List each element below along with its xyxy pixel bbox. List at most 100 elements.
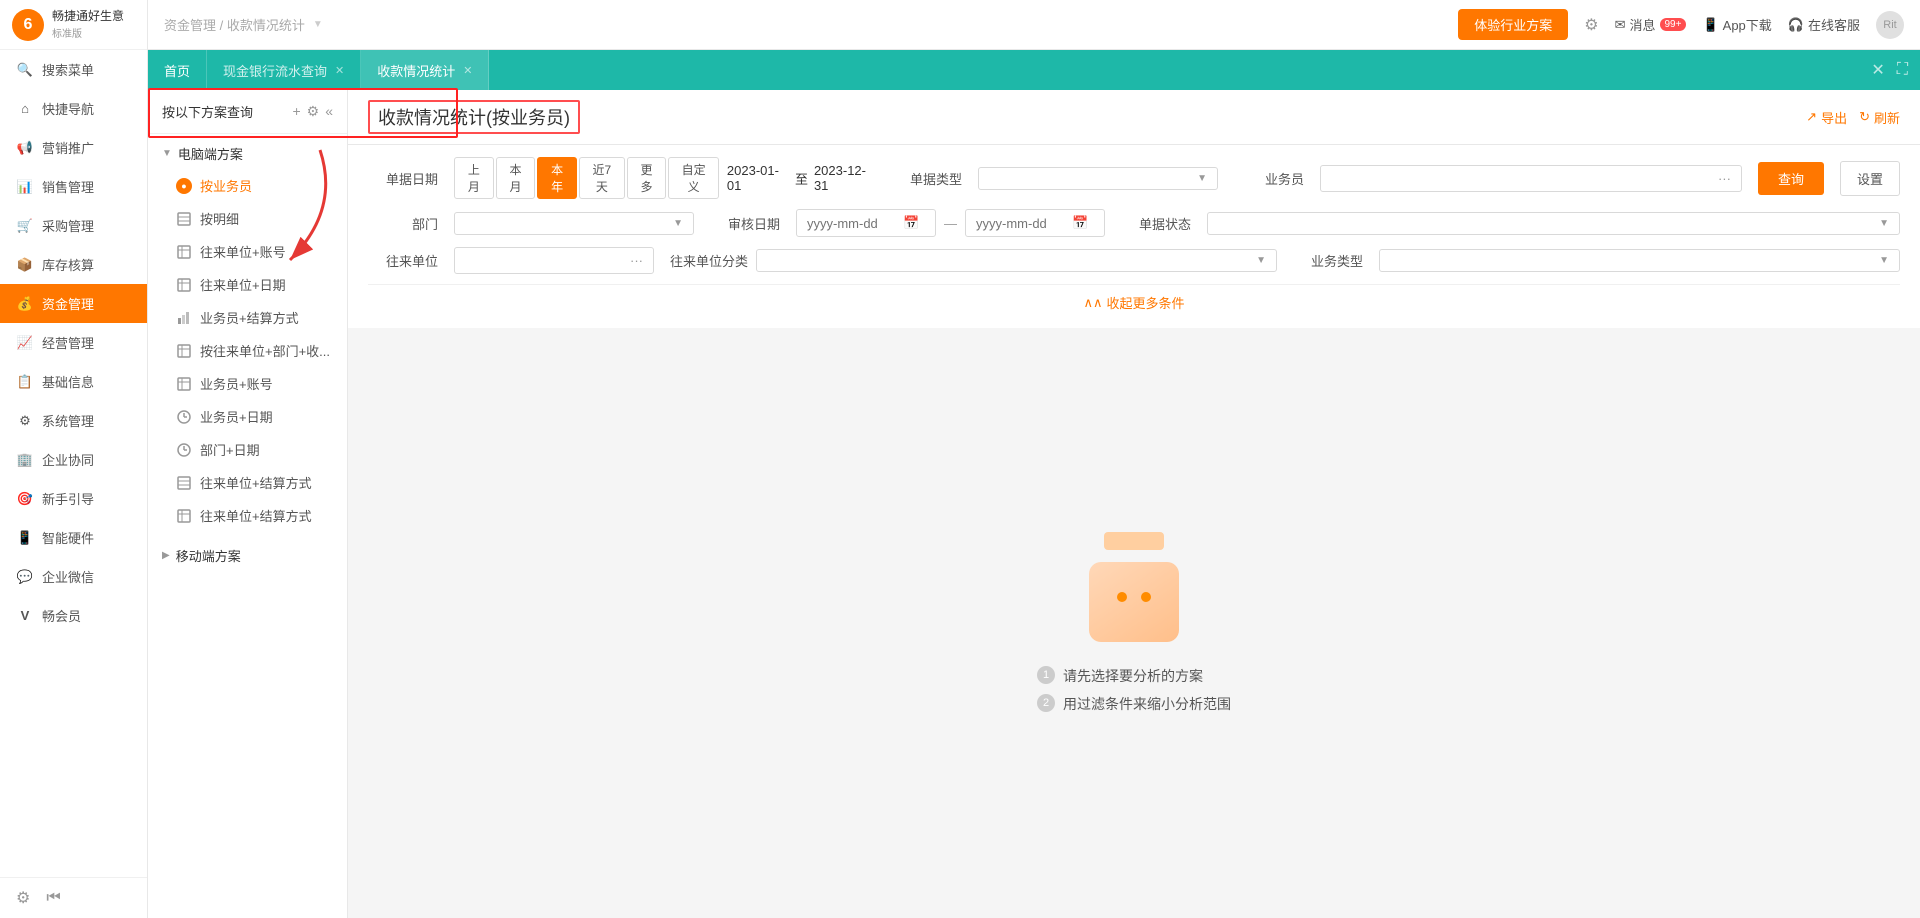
tab-home[interactable]: 首页 (148, 50, 207, 90)
wechat-icon: 💬 (16, 568, 34, 586)
review-date-to-field[interactable] (976, 216, 1066, 231)
scheme-item-salesperson-settle[interactable]: 业务员+结算方式 (148, 301, 347, 334)
settings-icon[interactable]: ⚙ (1584, 15, 1598, 35)
biz-type-select[interactable]: ▼ (1379, 249, 1900, 272)
date-filter-controls: 上月 本月 本年 近7天 更多 自定义 2023-01-01 至 2023-12… (454, 157, 876, 199)
scheme-item-unit-settle2-label: 往来单位+结算方式 (200, 506, 312, 525)
sidebar-item-finance[interactable]: 💰 资金管理 (0, 284, 147, 323)
date-btn-last-month[interactable]: 上月 (454, 157, 494, 199)
scheme-item-salesperson-date[interactable]: 业务员+日期 (148, 400, 347, 433)
review-date-to-input[interactable]: 📅 (965, 209, 1105, 237)
page-header: 收款情况统计(按业务员) ↗ 导出 ↻ 刷新 (348, 90, 1920, 145)
tab-receipt-stat-close-icon[interactable]: ✕ (463, 64, 472, 77)
scheme-item-unit-account[interactable]: 往来单位+账号 (148, 235, 347, 268)
trial-btn[interactable]: 体验行业方案 (1458, 9, 1568, 40)
scheme-item-salesperson-account[interactable]: 业务员+账号 (148, 367, 347, 400)
date-btn-more[interactable]: 更多 (627, 157, 667, 199)
sidebar-item-guide[interactable]: 🎯 新手引导 (0, 479, 147, 518)
sidebar-item-search[interactable]: 🔍 搜索菜单 (0, 50, 147, 89)
tab-bank-flow[interactable]: 现金银行流水查询 ✕ (207, 50, 361, 90)
counterpart-select[interactable]: ··· (454, 247, 654, 274)
basic-icon: 📋 (16, 373, 34, 391)
refresh-label: 刷新 (1874, 108, 1900, 127)
sidebar-item-system[interactable]: ⚙ 系统管理 (0, 401, 147, 440)
sidebar-item-member[interactable]: V 畅会员 (0, 596, 147, 635)
counterpart-more-icon[interactable]: ··· (630, 253, 643, 268)
date-btn-custom[interactable]: 自定义 (668, 157, 719, 199)
review-date-from-input[interactable]: 📅 (796, 209, 936, 237)
collapse-sidebar-btn[interactable]: ⏮ (46, 889, 60, 907)
scheme-item-unit-date[interactable]: 往来单位+日期 (148, 268, 347, 301)
sidebar-item-marketing[interactable]: 📢 营销推广 (0, 128, 147, 167)
left-panel-header: 按以下方案查询 + ⚙ « (148, 90, 347, 134)
sidebar-item-enterprise[interactable]: 🏢 企业协同 (0, 440, 147, 479)
sidebar-item-inventory[interactable]: 📦 库存核算 (0, 245, 147, 284)
date-btn-this-month[interactable]: 本月 (496, 157, 536, 199)
tip-1: 1 请先选择要分析的方案 (1037, 666, 1231, 686)
sales-icon: 📊 (16, 178, 34, 196)
empty-tips: 1 请先选择要分析的方案 2 用过滤条件来缩小分析范围 (1037, 666, 1231, 714)
refresh-btn[interactable]: ↻ 刷新 (1859, 108, 1900, 127)
topbar: 资金管理 / 收款情况统计 ▼ 体验行业方案 ⚙ ✉ 消息 99+ 📱 App下… (148, 0, 1920, 50)
date-to-value: 2023-12-31 (814, 163, 876, 193)
scheme-item-unit-account-label: 往来单位+账号 (200, 242, 286, 261)
marketing-icon: 📢 (16, 139, 34, 157)
scheme-item-unit-dept[interactable]: 按往来单位+部门+收... (148, 334, 347, 367)
scheme-item-dept-date[interactable]: 部门+日期 (148, 433, 347, 466)
tab-maximize-icon[interactable]: ⛶ (1897, 61, 1908, 79)
unit-settle2-icon (176, 508, 192, 524)
user-avatar[interactable]: Rit (1876, 11, 1904, 39)
date-quick-btns: 上月 本月 本年 近7天 更多 自定义 (454, 157, 719, 199)
scheme-group-mobile: ▶ 移动端方案 (148, 536, 347, 575)
salesperson-more-icon[interactable]: ··· (1718, 171, 1731, 186)
query-btn[interactable]: 查询 (1758, 162, 1824, 195)
sidebar-item-basic[interactable]: 📋 基础信息 (0, 362, 147, 401)
scheme-group-mobile-title[interactable]: ▶ 移动端方案 (148, 540, 347, 571)
scheme-item-by-salesperson[interactable]: ● 按业务员 (148, 169, 347, 202)
collapse-bar[interactable]: ∧∧ 收起更多条件 (368, 284, 1900, 320)
review-date-from-field[interactable] (807, 216, 897, 231)
date-btn-7days[interactable]: 近7天 (579, 157, 625, 199)
scheme-item-unit-settle1[interactable]: 往来单位+结算方式 (148, 466, 347, 499)
scheme-group-pc-title[interactable]: ▼ 电脑端方案 (148, 138, 347, 169)
counterpart-class-select[interactable]: ▼ (756, 249, 1277, 272)
settings-footer-btn[interactable]: ⚙ (16, 888, 30, 908)
calendar-from-icon[interactable]: 📅 (903, 215, 919, 231)
messages-btn[interactable]: ✉ 消息 99+ (1615, 15, 1687, 34)
add-scheme-icon[interactable]: + (292, 103, 300, 120)
breadcrumb: 资金管理 / 收款情况统计 ▼ (164, 15, 1446, 34)
dept-select[interactable]: ▼ (454, 212, 694, 235)
doc-type-select[interactable]: ▼ (978, 167, 1218, 190)
review-date-separator: — (944, 216, 957, 231)
scheme-settings-icon[interactable]: ⚙ (307, 103, 320, 120)
sidebar-item-operation[interactable]: 📈 经营管理 (0, 323, 147, 362)
tab-receipt-stat[interactable]: 收款情况统计 ✕ (361, 50, 489, 90)
tab-close-all-icon[interactable]: ✕ (1871, 60, 1884, 80)
breadcrumb-dropdown-icon[interactable]: ▼ (313, 19, 323, 30)
sidebar-item-wechat[interactable]: 💬 企业微信 (0, 557, 147, 596)
biz-type-label: 业务类型 (1293, 251, 1363, 270)
scheme-item-unit-settle2[interactable]: 往来单位+结算方式 (148, 499, 347, 532)
settings-query-btn[interactable]: 设置 (1840, 161, 1900, 196)
doc-status-select[interactable]: ▼ (1207, 212, 1900, 235)
message-icon: ✉ (1615, 17, 1626, 33)
salesperson-label: 业务员 (1234, 169, 1304, 188)
salesperson-select[interactable]: ··· (1320, 165, 1742, 192)
app-download-btn[interactable]: 📱 App下载 (1702, 15, 1771, 34)
sidebar-item-quick-nav[interactable]: ⌂ 快捷导航 (0, 89, 147, 128)
filter-area: 单据日期 上月 本月 本年 近7天 更多 自定义 2023-01-01 至 (348, 145, 1920, 328)
sidebar-menu: 🔍 搜索菜单 ⌂ 快捷导航 📢 营销推广 📊 销售管理 🛒 采购管理 📦 库存核… (0, 50, 147, 877)
date-btn-this-year[interactable]: 本年 (537, 157, 577, 199)
calendar-to-icon[interactable]: 📅 (1072, 215, 1088, 231)
sidebar-item-sales[interactable]: 📊 销售管理 (0, 167, 147, 206)
scheme-item-by-detail[interactable]: 按明细 (148, 202, 347, 235)
collapse-panel-icon[interactable]: « (325, 103, 333, 120)
search-icon: 🔍 (16, 61, 34, 79)
export-btn[interactable]: ↗ 导出 (1806, 108, 1847, 127)
system-icon: ⚙ (16, 412, 34, 430)
sidebar-item-hardware[interactable]: 📱 智能硬件 (0, 518, 147, 557)
sidebar-item-purchase[interactable]: 🛒 采购管理 (0, 206, 147, 245)
tip-2-text: 用过滤条件来缩小分析范围 (1063, 694, 1231, 714)
tab-bank-flow-close-icon[interactable]: ✕ (335, 64, 344, 77)
online-service-btn[interactable]: 🎧 在线客服 (1788, 15, 1860, 34)
